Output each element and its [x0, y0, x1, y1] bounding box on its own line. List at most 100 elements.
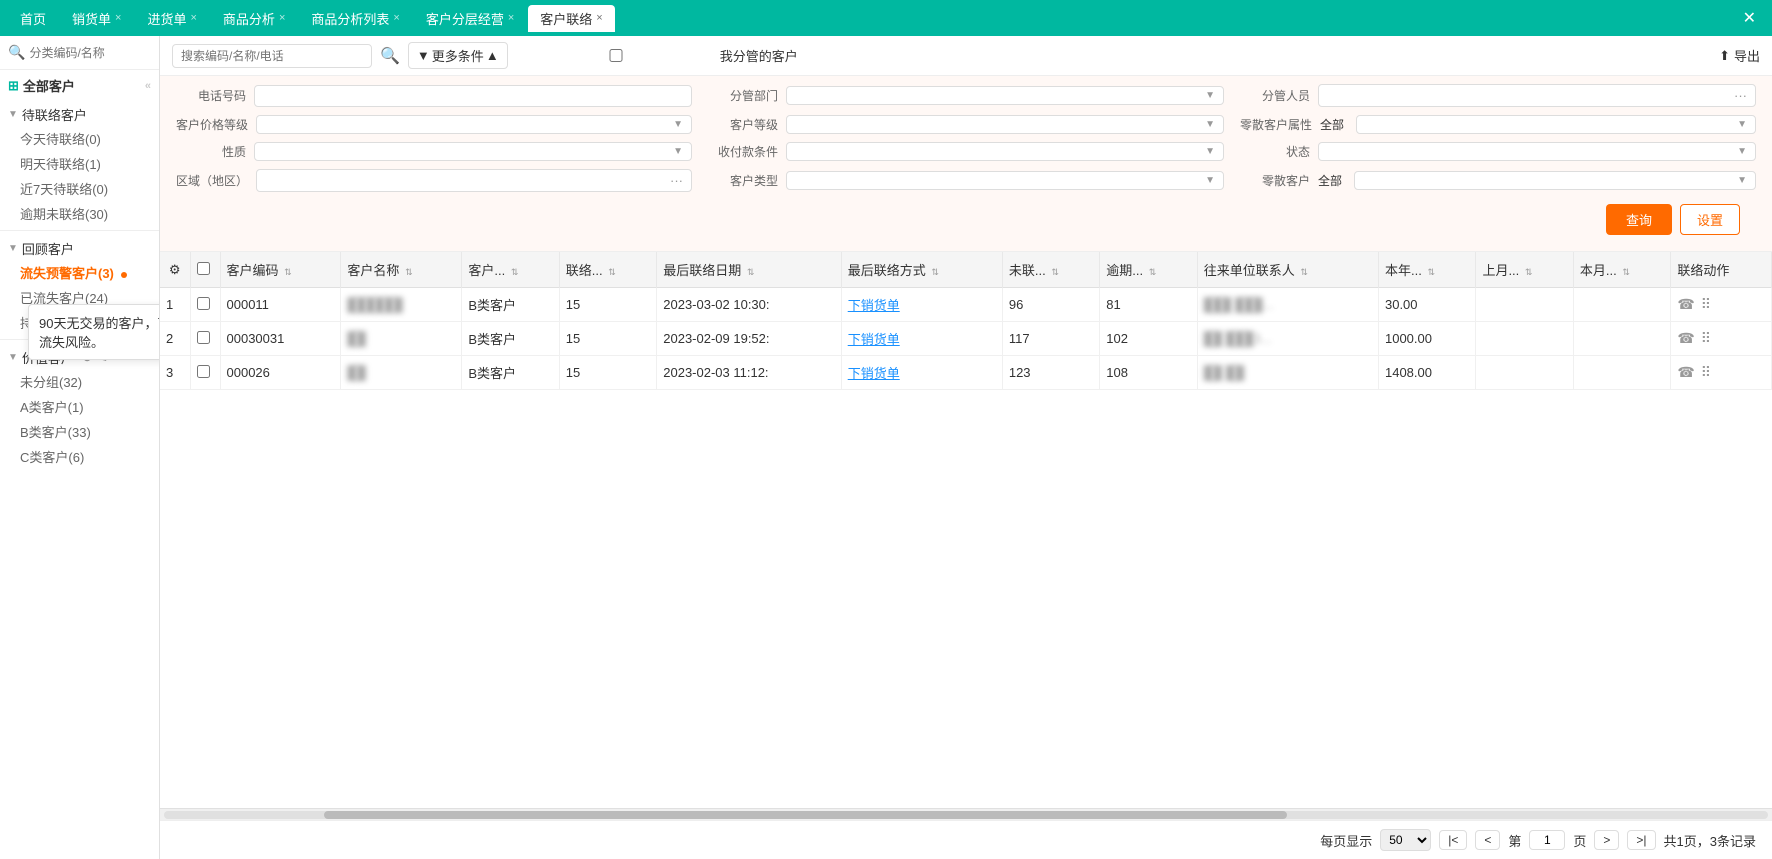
sidebar-item-today[interactable]: 今天待联络(0)	[0, 126, 159, 151]
filter-dept-group: 分管部门 ▼	[708, 86, 1224, 105]
sidebar-group-pending[interactable]: ▼ 待联络客户	[0, 101, 159, 126]
nav-tab-customer-contact[interactable]: 客户联络 ×	[528, 5, 614, 32]
collapse-icon[interactable]: «	[145, 80, 151, 92]
col-last-month: 上月... ⇅	[1476, 252, 1573, 288]
row-index: 3	[160, 356, 190, 390]
region-select[interactable]: ···	[256, 169, 692, 192]
prev-page-btn[interactable]: <	[1475, 830, 1500, 850]
row-no-contact: 96	[1002, 288, 1099, 322]
contact-action-icon[interactable]: ☎	[1677, 330, 1694, 347]
row-name: ██	[341, 322, 462, 356]
sidebar-item-overdue[interactable]: 逾期未联络(30)	[0, 201, 159, 226]
col-last-contact-date: 最后联络日期 ⇅	[657, 252, 841, 288]
sort-icon[interactable]: ⇅	[931, 267, 939, 277]
sidebar-item-churn-warning[interactable]: 流失预警客户(3)	[0, 260, 159, 285]
sort-icon[interactable]: ⇅	[1622, 267, 1630, 277]
row-this-year: 30.00	[1378, 288, 1475, 322]
col-overdue: 逾期... ⇅	[1100, 252, 1197, 288]
row-last-contact-date: 2023-03-02 10:30:	[657, 288, 841, 322]
first-page-btn[interactable]: |<	[1439, 830, 1467, 850]
phone-input[interactable]	[254, 85, 692, 107]
sort-icon[interactable]: ⇅	[1149, 267, 1157, 277]
price-tier-select[interactable]: ▼	[256, 115, 692, 134]
customer-type-select[interactable]: ▼	[786, 171, 1224, 190]
scrollbar-thumb[interactable]	[324, 811, 1286, 819]
sidebar-item-tomorrow[interactable]: 明天待联络(1)	[0, 151, 159, 176]
row-last-contact-method: 下销货单	[841, 356, 1002, 390]
sort-icon[interactable]: ⇅	[1427, 267, 1435, 277]
nav-tab-purchase[interactable]: 进货单 ×	[135, 5, 208, 32]
per-page-select[interactable]: 50 20 100	[1380, 829, 1431, 851]
chevron-down-icon: ▼	[1737, 146, 1747, 157]
nav-tab-sales[interactable]: 销货单 ×	[60, 5, 133, 32]
sidebar-group-review[interactable]: ▼ 回顾客户	[0, 235, 159, 260]
sidebar-item-class-b[interactable]: B类客户(33)	[0, 419, 159, 444]
select-all-checkbox[interactable]	[197, 262, 210, 275]
close-icon[interactable]: ×	[596, 12, 602, 24]
nav-tab-customer-tier[interactable]: 客户分层经营 ×	[414, 5, 526, 32]
nav-home[interactable]: 首页	[8, 5, 58, 32]
last-page-btn[interactable]: >|	[1627, 830, 1655, 850]
window-close-icon[interactable]: ✕	[1735, 8, 1764, 28]
customer-level-select[interactable]: ▼	[786, 115, 1224, 134]
my-customers-checkbox[interactable]	[516, 49, 716, 62]
sidebar-search-input[interactable]	[29, 46, 160, 60]
sort-icon[interactable]: ⇅	[405, 267, 413, 277]
close-icon[interactable]: ×	[508, 12, 514, 24]
ellipsis-icon[interactable]: ···	[670, 173, 683, 188]
horizontal-scrollbar[interactable]	[160, 808, 1772, 820]
contact-action-icon[interactable]: ☎	[1677, 364, 1694, 381]
sort-icon[interactable]: ⇅	[1300, 267, 1308, 277]
settings-icon[interactable]: ⚙	[169, 262, 181, 278]
row-code: 00030031	[220, 322, 341, 356]
contact-action-icon[interactable]: ☎	[1677, 296, 1694, 313]
retail-attr-select[interactable]: ▼	[1356, 115, 1756, 134]
ellipsis-icon[interactable]: ···	[1734, 88, 1747, 103]
person-select[interactable]: ···	[1318, 84, 1756, 107]
row-index: 2	[160, 322, 190, 356]
status-select[interactable]: ▼	[1318, 142, 1756, 161]
sidebar-all-customers[interactable]: ⊞ 全部客户 «	[0, 70, 159, 101]
close-icon[interactable]: ×	[190, 12, 196, 24]
more-action-icon[interactable]: ⠿	[1701, 296, 1711, 313]
more-conditions-btn[interactable]: ▼ 更多条件 ▲	[408, 42, 508, 69]
retail-customer-select[interactable]: ▼	[1354, 171, 1756, 190]
sort-icon[interactable]: ⇅	[1525, 267, 1533, 277]
row-checkbox[interactable]	[197, 365, 210, 378]
page-number-input[interactable]	[1529, 830, 1565, 850]
col-contact-person: 往来单位联系人 ⇅	[1197, 252, 1378, 288]
more-action-icon[interactable]: ⠿	[1701, 364, 1711, 381]
close-icon[interactable]: ×	[115, 12, 121, 24]
more-action-icon[interactable]: ⠿	[1701, 330, 1711, 347]
nav-tab-analysis-list[interactable]: 商品分析列表 ×	[299, 5, 411, 32]
sort-icon[interactable]: ⇅	[747, 267, 755, 277]
sort-icon[interactable]: ⇅	[511, 267, 519, 277]
search-input[interactable]	[172, 44, 372, 68]
sidebar-item-7days[interactable]: 近7天待联络(0)	[0, 176, 159, 201]
close-icon[interactable]: ×	[393, 12, 399, 24]
sort-icon[interactable]: ⇅	[608, 267, 616, 277]
row-code: 000011	[220, 288, 341, 322]
payment-select[interactable]: ▼	[786, 142, 1224, 161]
filter-bar: 🔍 ▼ 更多条件 ▲ 我分管的客户 ⬆ 导出	[160, 36, 1772, 76]
nav-tab-analysis[interactable]: 商品分析 ×	[211, 5, 297, 32]
query-button[interactable]: 查询	[1606, 204, 1672, 235]
row-checkbox[interactable]	[197, 297, 210, 310]
search-button[interactable]: 🔍	[380, 46, 400, 66]
next-page-btn[interactable]: >	[1594, 830, 1619, 850]
gender-select[interactable]: ▼	[254, 142, 692, 161]
sort-icon[interactable]: ⇅	[1051, 267, 1059, 277]
export-button[interactable]: ⬆ 导出	[1719, 46, 1760, 65]
sidebar-item-class-a[interactable]: A类客户(1)	[0, 394, 159, 419]
row-checkbox[interactable]	[197, 331, 210, 344]
filter-phone-group: 电话号码	[176, 85, 692, 107]
filter-person-group: 分管人员 ···	[1240, 84, 1756, 107]
close-icon[interactable]: ×	[279, 12, 285, 24]
sidebar-item-ungrouped[interactable]: 未分组(32)	[0, 369, 159, 394]
sort-icon[interactable]: ⇅	[284, 267, 292, 277]
tooltip-churn-warning: 90天无交易的客户，可能有流失风险。	[28, 304, 160, 360]
row-no-contact: 117	[1002, 322, 1099, 356]
sidebar-item-class-c[interactable]: C类客户(6)	[0, 444, 159, 469]
dept-select[interactable]: ▼	[786, 86, 1224, 105]
settings-button[interactable]: 设置	[1680, 204, 1740, 235]
